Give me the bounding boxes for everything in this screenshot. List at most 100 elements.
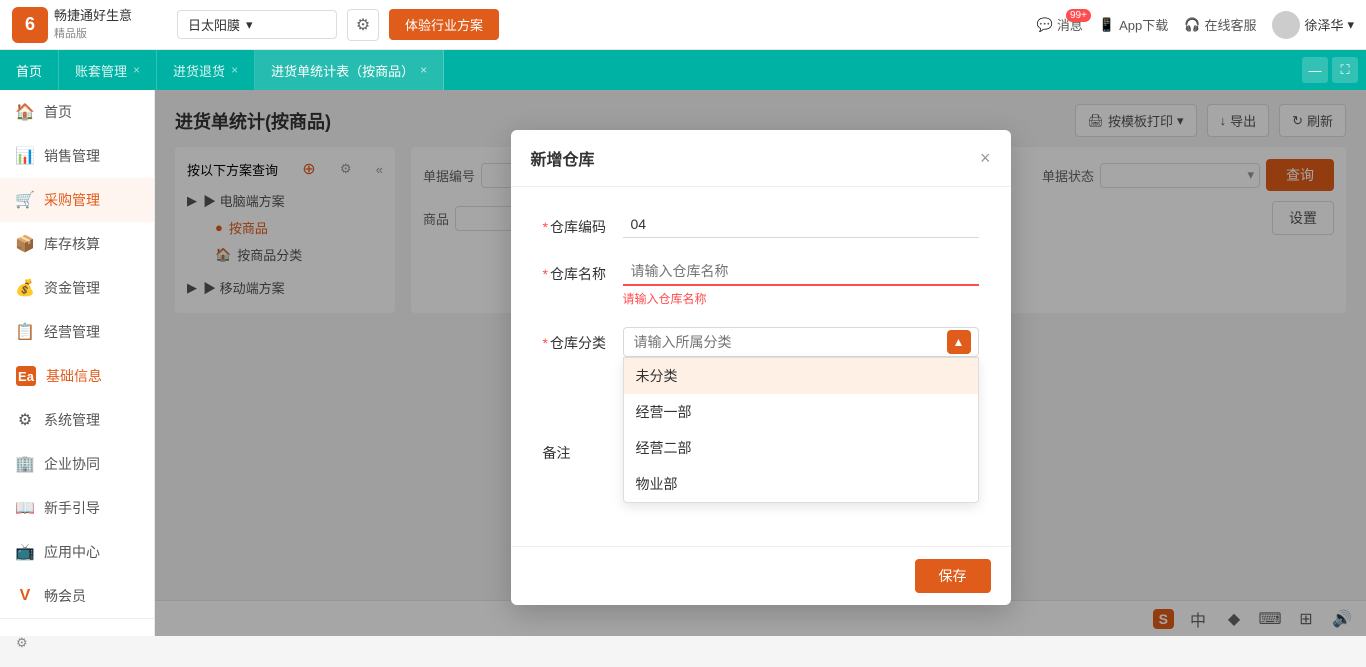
dropdown-item-dept1[interactable]: 经营一部 (624, 394, 978, 430)
warehouse-category-row: 仓库分类 ▲ 未分类 经营一部 经营二部 物业部 (543, 327, 979, 357)
store-name: 日太阳膜 (188, 15, 240, 34)
tab-purchase-stat-close[interactable]: × (420, 63, 427, 77)
tab-expand-button[interactable]: ⛶ (1332, 57, 1358, 83)
basics-icon: Ea (16, 366, 36, 386)
dialog-body: 仓库编码 仓库名称 请输入仓库名称 (511, 187, 1011, 546)
apps-icon: 📺 (16, 543, 34, 561)
warehouse-name-control: 请输入仓库名称 (623, 258, 979, 307)
sidebar-item-operations[interactable]: 📋 经营管理 (0, 310, 154, 354)
app-download-button[interactable]: 📱 App下载 (1099, 15, 1168, 34)
sidebar-basics-label: 基础信息 (46, 366, 102, 386)
sidebar-item-finance[interactable]: 💰 资金管理 (0, 266, 154, 310)
purchase-icon: 🛒 (16, 191, 34, 209)
inventory-icon: 📦 (16, 235, 34, 253)
tab-controls: — ⛶ (1302, 57, 1366, 83)
sidebar-operations-label: 经营管理 (44, 322, 100, 342)
warehouse-code-control (623, 211, 979, 238)
dropdown-item-uncategorized[interactable]: 未分类 (624, 358, 978, 394)
sidebar-settings-button[interactable]: ⚙ (0, 627, 154, 659)
enterprise-icon: 🏢 (16, 455, 34, 473)
headset-icon: 🎧 (1184, 17, 1200, 33)
dropdown-item-dept3[interactable]: 物业部 (624, 466, 978, 502)
sidebar-apps-label: 应用中心 (44, 542, 100, 562)
warehouse-name-error: 请输入仓库名称 (623, 290, 979, 307)
user-dropdown-icon: ▾ (1347, 17, 1354, 33)
sidebar-item-apps[interactable]: 📺 应用中心 (0, 530, 154, 574)
sidebar-vip-label: 畅会员 (44, 586, 86, 606)
sidebar-item-purchase[interactable]: 🛒 采购管理 (0, 178, 154, 222)
gear-icon: ⚙ (356, 15, 370, 35)
home-icon: 🏠 (16, 103, 34, 121)
tab-purchase-return-close[interactable]: × (231, 63, 238, 77)
tab-purchase-stat-label: 进货单统计表（按商品） (271, 61, 414, 80)
user-info[interactable]: 徐泽华 ▾ (1272, 11, 1354, 39)
modal-overlay: 新增仓库 × 仓库编码 仓库名称 (155, 90, 1366, 636)
app-logo: 6 (12, 7, 48, 43)
try-industry-button[interactable]: 体验行业方案 (389, 9, 499, 40)
sidebar-bottom: ⚙ (0, 618, 154, 667)
warehouse-category-control: ▲ 未分类 经营一部 经营二部 物业部 (623, 327, 979, 357)
dialog-title: 新增仓库 (531, 146, 595, 170)
warehouse-code-row: 仓库编码 (543, 211, 979, 238)
nav-tabs-bar: 首页 账套管理 × 进货退货 × 进货单统计表（按商品） × — ⛶ (0, 50, 1366, 90)
store-selector[interactable]: 日太阳膜 ▾ (177, 10, 337, 39)
category-dropdown-list: 未分类 经营一部 经营二部 物业部 (623, 357, 979, 503)
username: 徐泽华 (1304, 15, 1343, 34)
warehouse-note-label: 备注 (543, 437, 623, 463)
sidebar-item-vip[interactable]: V 畅会员 (0, 574, 154, 618)
sidebar-finance-label: 资金管理 (44, 278, 100, 298)
tab-accounts-close[interactable]: × (133, 63, 140, 77)
sidebar-item-sales[interactable]: 📊 销售管理 (0, 134, 154, 178)
category-select-wrapper: ▲ 未分类 经营一部 经营二部 物业部 (623, 327, 979, 357)
dialog-close-button[interactable]: × (980, 148, 991, 169)
sidebar-item-system[interactable]: ⚙ 系统管理 (0, 398, 154, 442)
main-layout: 🏠 首页 📊 销售管理 🛒 采购管理 📦 库存核算 💰 资金管理 📋 经营管理 … (0, 90, 1366, 636)
message-button[interactable]: 💬 消息 99+ (1037, 15, 1083, 34)
sidebar-guide-label: 新手引导 (44, 498, 100, 518)
sidebar-inventory-label: 库存核算 (44, 234, 100, 254)
message-badge: 99+ (1066, 9, 1091, 22)
app-edition: 精品版 (54, 25, 132, 41)
tab-minimize-button[interactable]: — (1302, 57, 1328, 83)
warehouse-code-label: 仓库编码 (543, 211, 623, 237)
app-download-label: App下载 (1119, 15, 1168, 34)
sidebar-enterprise-label: 企业协同 (44, 454, 100, 474)
top-header: 6 畅捷通好生意 精品版 日太阳膜 ▾ ⚙ 体验行业方案 💬 消息 99+ 📱 … (0, 0, 1366, 50)
online-service-button[interactable]: 🎧 在线客服 (1184, 15, 1256, 34)
category-arrow-button[interactable]: ▲ (947, 330, 971, 354)
sidebar-item-inventory[interactable]: 📦 库存核算 (0, 222, 154, 266)
operations-icon: 📋 (16, 323, 34, 341)
sidebar-item-basics[interactable]: Ea 基础信息 (0, 354, 154, 398)
sidebar-item-home[interactable]: 🏠 首页 (0, 90, 154, 134)
tab-purchase-stat[interactable]: 进货单统计表（按商品） × (255, 50, 444, 90)
content-area: 进货单统计(按商品) 🖨 按模板打印 ▾ ↓ 导出 ↻ 刷新 (155, 90, 1366, 636)
sidebar-item-guide[interactable]: 📖 新手引导 (0, 486, 154, 530)
settings-bottom-icon: ⚙ (16, 635, 28, 651)
warehouse-name-input[interactable] (623, 258, 979, 286)
category-select-input[interactable] (623, 327, 979, 357)
dropdown-arrow-icon: ▾ (246, 17, 253, 33)
system-icon: ⚙ (16, 411, 34, 429)
warehouse-name-label: 仓库名称 (543, 258, 623, 284)
tab-accounts[interactable]: 账套管理 × (59, 50, 157, 90)
vip-icon: V (16, 587, 34, 605)
sidebar-system-label: 系统管理 (44, 410, 100, 430)
settings-button[interactable]: ⚙ (347, 9, 379, 41)
finance-icon: 💰 (16, 279, 34, 297)
sidebar-home-label: 首页 (44, 102, 72, 122)
app-name: 畅捷通好生意 (54, 8, 132, 25)
service-label: 在线客服 (1204, 15, 1256, 34)
sales-icon: 📊 (16, 147, 34, 165)
tab-home[interactable]: 首页 (0, 50, 59, 90)
tab-accounts-label: 账套管理 (75, 61, 127, 80)
dialog-footer: 保存 (511, 546, 1011, 605)
tab-purchase-return[interactable]: 进货退货 × (157, 50, 255, 90)
sidebar-item-enterprise[interactable]: 🏢 企业协同 (0, 442, 154, 486)
warehouse-code-input[interactable] (623, 211, 979, 238)
save-button[interactable]: 保存 (915, 559, 991, 593)
dialog-header: 新增仓库 × (511, 130, 1011, 187)
new-warehouse-dialog: 新增仓库 × 仓库编码 仓库名称 (511, 130, 1011, 605)
warehouse-category-label: 仓库分类 (543, 327, 623, 353)
sidebar-sales-label: 销售管理 (44, 146, 100, 166)
dropdown-item-dept2[interactable]: 经营二部 (624, 430, 978, 466)
